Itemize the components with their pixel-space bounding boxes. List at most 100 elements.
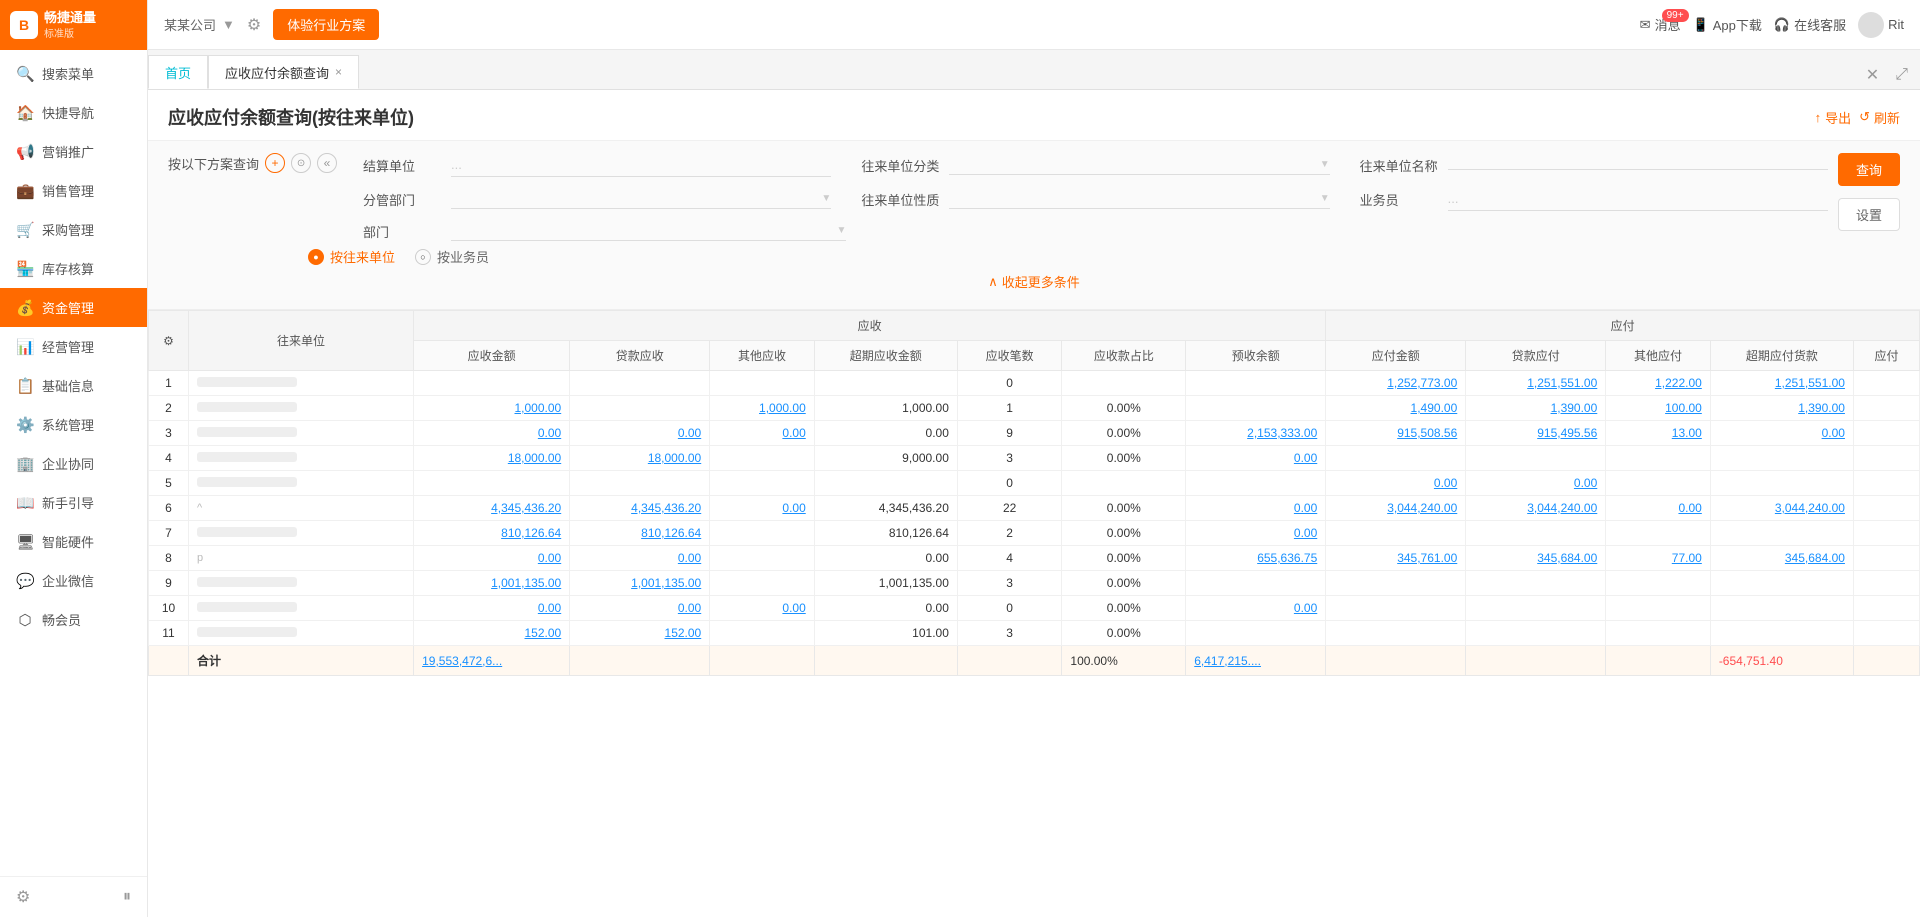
messages-button[interactable]: ✉ 消息 99+ <box>1640 15 1681 34</box>
salesperson-input[interactable]: ... <box>1448 187 1828 211</box>
cell-ar-amount[interactable]: 1,001,135.00 <box>414 571 570 596</box>
cell-ar-prepay[interactable]: 655,636.75 <box>1186 546 1326 571</box>
mode-by-partner[interactable]: ● 按往来单位 <box>308 247 395 266</box>
settings-col-icon[interactable]: ⚙ <box>163 334 174 348</box>
cell-ap-other[interactable]: 13.00 <box>1606 421 1711 446</box>
close-window-button[interactable]: ✕ <box>1862 61 1883 89</box>
cell-ar-amount[interactable]: 810,126.64 <box>414 521 570 546</box>
cell-ar-prepay[interactable]: 0.00 <box>1186 496 1326 521</box>
sidebar-item-operation[interactable]: 📊经营管理 <box>0 327 147 366</box>
cell-ap-overdue[interactable]: 345,684.00 <box>1710 546 1853 571</box>
cell-ap-overdue[interactable]: 0.00 <box>1710 421 1853 446</box>
cell-ar-loan[interactable]: 1,001,135.00 <box>570 571 710 596</box>
cell-ar-loan[interactable]: 0.00 <box>570 421 710 446</box>
company-selector[interactable]: 某某公司 ▼ <box>164 15 235 34</box>
cell-ar-amount[interactable]: 0.00 <box>414 546 570 571</box>
sidebar-item-search[interactable]: 🔍搜索菜单 <box>0 54 147 93</box>
partner-name-input[interactable] <box>1448 161 1828 170</box>
cell-ap-amount[interactable]: 345,761.00 <box>1326 546 1466 571</box>
sidebar-item-nav[interactable]: 🏠快捷导航 <box>0 93 147 132</box>
cell-ap-loan[interactable]: 345,684.00 <box>1466 546 1606 571</box>
cell-ap-overdue[interactable]: 3,044,240.00 <box>1710 496 1853 521</box>
cell-ap-other[interactable]: 77.00 <box>1606 546 1711 571</box>
cell-ar-other[interactable]: 0.00 <box>710 496 815 521</box>
cell-ar-other[interactable]: 0.00 <box>710 421 815 446</box>
cell-ar-prepay[interactable]: 2,153,333.00 <box>1186 421 1326 446</box>
sidebar-item-wechat[interactable]: 💬企业微信 <box>0 561 147 600</box>
cell-ar-loan[interactable]: 810,126.64 <box>570 521 710 546</box>
cell-ar-amount[interactable]: 152.00 <box>414 621 570 646</box>
cell-ap-other[interactable]: 0.00 <box>1606 496 1711 521</box>
cell-ap-loan[interactable]: 1,390.00 <box>1466 396 1606 421</box>
cell-ap-loan[interactable]: 0.00 <box>1466 471 1606 496</box>
refresh-button[interactable]: ↺ 刷新 <box>1859 108 1900 127</box>
footer-ar-prepay[interactable]: 6,417,215.... <box>1186 646 1326 676</box>
cell-ap-loan[interactable]: 3,044,240.00 <box>1466 496 1606 521</box>
cell-ar-amount[interactable]: 18,000.00 <box>414 446 570 471</box>
cell-ap-overdue[interactable]: 1,390.00 <box>1710 396 1853 421</box>
cell-ap-other[interactable]: 100.00 <box>1606 396 1711 421</box>
cell-ar-prepay[interactable]: 0.00 <box>1186 596 1326 621</box>
cell-ar-prepay[interactable]: 0.00 <box>1186 521 1326 546</box>
cell-ar-loan[interactable]: 152.00 <box>570 621 710 646</box>
settings-gear-icon[interactable]: ⚙ <box>247 15 261 35</box>
filter-settings-button[interactable]: 设置 <box>1838 198 1900 231</box>
cell-ar-loan[interactable]: 0.00 <box>570 546 710 571</box>
dept-mgr-input[interactable]: ▼ <box>451 189 831 209</box>
cell-ap-amount[interactable]: 3,044,240.00 <box>1326 496 1466 521</box>
cell-ap-amount[interactable]: 0.00 <box>1326 471 1466 496</box>
sidebar-item-purchase[interactable]: 🛒采购管理 <box>0 210 147 249</box>
cell-ar-ratio: 0.00% <box>1062 396 1186 421</box>
sidebar-item-hardware[interactable]: 🖥智能硬件 <box>0 522 147 561</box>
cell-ar-amount[interactable]: 0.00 <box>414 596 570 621</box>
export-button[interactable]: ↑ 导出 <box>1815 108 1852 127</box>
cell-ap-overdue[interactable]: 1,251,551.00 <box>1710 371 1853 396</box>
cell-ap-other[interactable]: 1,222.00 <box>1606 371 1711 396</box>
cell-ar-other[interactable]: 0.00 <box>710 596 815 621</box>
cell-ap-amount[interactable]: 1,490.00 <box>1326 396 1466 421</box>
sidebar-item-system[interactable]: ⚙️系统管理 <box>0 405 147 444</box>
sidebar-item-finance[interactable]: 💰资金管理 <box>0 288 147 327</box>
filter-target-button[interactable]: ⊙ <box>291 153 311 173</box>
sidebar-item-basic[interactable]: 📋基础信息 <box>0 366 147 405</box>
cell-ap-loan[interactable]: 1,251,551.00 <box>1466 371 1606 396</box>
sidebar-item-guide[interactable]: 📖新手引导 <box>0 483 147 522</box>
cell-ap-amount[interactable]: 915,508.56 <box>1326 421 1466 446</box>
mode-by-salesperson[interactable]: ○ 按业务员 <box>415 247 489 266</box>
cta-button[interactable]: 体验行业方案 <box>273 9 379 40</box>
tab-close-icon[interactable]: × <box>335 65 342 79</box>
sidebar-item-sales[interactable]: 💼销售管理 <box>0 171 147 210</box>
cell-ap-amount[interactable]: 1,252,773.00 <box>1326 371 1466 396</box>
expand-window-button[interactable]: ⤢ <box>1891 62 1912 88</box>
cell-ar-loan[interactable]: 0.00 <box>570 596 710 621</box>
pause-icon[interactable]: ⏸ <box>123 888 131 906</box>
cell-ar-prepay[interactable]: 0.00 <box>1186 446 1326 471</box>
cell-ar-loan[interactable]: 18,000.00 <box>570 446 710 471</box>
footer-ar-amount[interactable]: 19,553,472,6... <box>414 646 570 676</box>
cell-ar-loan[interactable]: 4,345,436.20 <box>570 496 710 521</box>
cell-ar-amount[interactable]: 4,345,436.20 <box>414 496 570 521</box>
collapse-filter-button[interactable]: ∧ 收起更多条件 <box>988 272 1080 291</box>
tab-ar-balance[interactable]: 应收应付余额查询 × <box>208 55 359 89</box>
sidebar-item-corp[interactable]: 🏢企业协同 <box>0 444 147 483</box>
online-service-button[interactable]: 🎧 在线客服 <box>1774 15 1846 34</box>
sidebar-item-marketing[interactable]: 📢营销推广 <box>0 132 147 171</box>
cell-ar-amount[interactable]: 0.00 <box>414 421 570 446</box>
user-menu[interactable]: Rit <box>1858 12 1904 38</box>
settlement-unit-input[interactable]: ... <box>451 153 831 177</box>
sidebar-item-inventory[interactable]: 🏪库存核算 <box>0 249 147 288</box>
app-download-button[interactable]: 📱 App下载 <box>1693 15 1762 34</box>
tab-home[interactable]: 首页 <box>148 55 208 89</box>
sidebar-item-member[interactable]: ⬡畅会员 <box>0 600 147 639</box>
filter-expand-button[interactable]: « <box>317 153 337 173</box>
cell-ap-loan[interactable]: 915,495.56 <box>1466 421 1606 446</box>
partner-nature-input[interactable]: ▼ <box>949 189 1329 209</box>
cell-ar-other[interactable]: 1,000.00 <box>710 396 815 421</box>
filter-add-button[interactable]: + <box>265 153 285 173</box>
cell-ar-amount[interactable]: 1,000.00 <box>414 396 570 421</box>
query-button[interactable]: 查询 <box>1838 153 1900 186</box>
settings-icon[interactable]: ⚙ <box>16 887 30 907</box>
cell-no: 4 <box>149 446 189 471</box>
partner-category-input[interactable]: ▼ <box>949 155 1329 175</box>
dept-input[interactable]: ▼ <box>451 221 846 241</box>
